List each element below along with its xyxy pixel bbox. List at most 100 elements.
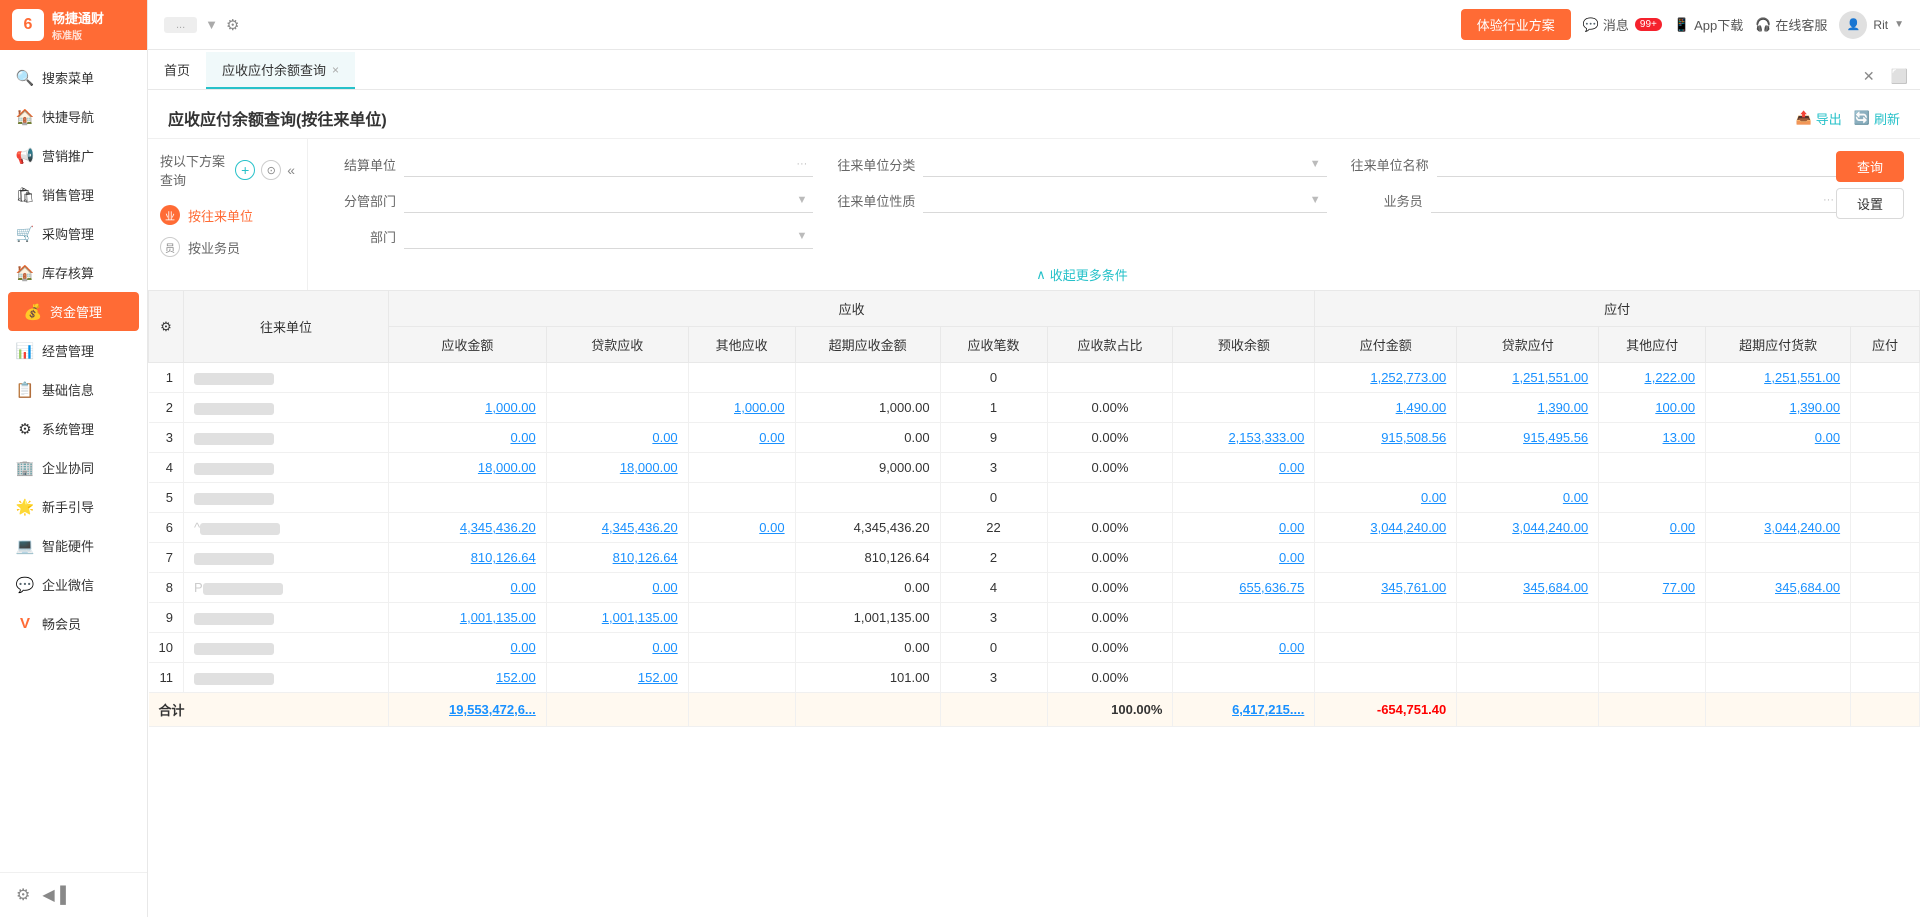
footer-r-prepay[interactable]: 6,417,215.... [1173, 693, 1315, 727]
table-scroll-area[interactable]: ⚙ 往来单位 应收 应付 应收金额 贷款应收 其他应收 超期应收金额 应收笔数 … [148, 290, 1920, 727]
user-name: Rit [1873, 18, 1888, 32]
footer-p-loan [1457, 693, 1599, 727]
row-num: 6 [149, 513, 184, 543]
vip-nav-icon: V [16, 615, 34, 633]
table-row: 91,001,135.001,001,135.001,001,135.0030.… [149, 603, 1920, 633]
sidebar-item-guide[interactable]: 🌟 新手引导 [0, 487, 147, 526]
dept2-select[interactable]: ▼ [404, 223, 813, 249]
tab-close-all-icon[interactable]: ✕ [1859, 64, 1879, 89]
col-r-overdue: 超期应收金额 [795, 327, 940, 363]
col-p-tail: 应付 [1851, 327, 1920, 363]
scheme2-label: 按业务员 [188, 238, 240, 257]
sidebar-item-wechat[interactable]: 💬 企业微信 [0, 565, 147, 604]
query-button[interactable]: 查询 [1836, 151, 1904, 182]
app-download-button[interactable]: 📱 App下载 [1674, 15, 1743, 34]
row-unit [183, 483, 388, 513]
sidebar-item-vip[interactable]: V 畅会员 [0, 604, 147, 643]
row-num: 4 [149, 453, 184, 483]
sidebar-nav: 🔍 搜索菜单 🏠 快捷导航 📢 营销推广 🛍 销售管理 🛒 采购管理 🏠 库存核… [0, 50, 147, 872]
sidebar-item-guide-label: 新手引导 [42, 497, 94, 516]
sidebar-item-sales[interactable]: 🛍 销售管理 [0, 175, 147, 214]
search-nav-icon: 🔍 [16, 69, 34, 87]
user-chevron-icon: ▼ [1894, 19, 1904, 30]
tab-home[interactable]: 首页 [148, 52, 206, 89]
unit-name-input[interactable] [1437, 151, 1840, 177]
top-header: ... ▼ ⚙ 体验行业方案 💬 消息 99+ 📱 App下载 🎧 在线客服 👤… [148, 0, 1920, 50]
footer-r-amount[interactable]: 19,553,472,6... [388, 693, 546, 727]
row-unit [183, 363, 388, 393]
tab-home-label: 首页 [164, 60, 190, 79]
tab-ar-ap[interactable]: 应收应付余额查询 × [206, 52, 355, 89]
page-title: 应收应付余额查询(按往来单位) [168, 106, 387, 130]
sidebar-item-finance-label: 资金管理 [50, 302, 102, 321]
export-button[interactable]: 📤 导出 [1796, 109, 1842, 128]
page-title-bar: 应收应付余额查询(按往来单位) 📤 导出 🔄 刷新 [148, 90, 1920, 139]
sidebar-item-hardware[interactable]: 💻 智能硬件 [0, 526, 147, 565]
sidebar-item-finance[interactable]: 💰 资金管理 [8, 292, 139, 331]
refresh-button[interactable]: 🔄 刷新 [1854, 109, 1900, 128]
tab-fullscreen-icon[interactable]: ⬜ [1887, 64, 1912, 89]
footer-p-tail [1851, 693, 1920, 727]
message-button[interactable]: 💬 消息 99+ [1583, 15, 1662, 34]
sidebar-item-purchase[interactable]: 🛒 采购管理 [0, 214, 147, 253]
settlement-unit-input[interactable]: ··· [404, 151, 813, 177]
row-num: 8 [149, 573, 184, 603]
row-num: 7 [149, 543, 184, 573]
scheme-item-salesman[interactable]: 员 按业务员 [156, 231, 299, 263]
sidebar-item-operation[interactable]: 📊 经营管理 [0, 331, 147, 370]
dept2-label: 部门 [324, 227, 396, 246]
setting-button[interactable]: 设置 [1836, 188, 1904, 219]
table-settings-header[interactable]: ⚙ [149, 291, 184, 363]
footer-p-other [1599, 693, 1706, 727]
breadcrumb-area: ... ▼ ⚙ [164, 16, 1449, 34]
row-unit [183, 603, 388, 633]
quick-nav-icon: 🏠 [16, 108, 34, 126]
operation-nav-icon: 📊 [16, 342, 34, 360]
sidebar-item-quick[interactable]: 🏠 快捷导航 [0, 97, 147, 136]
row-num: 3 [149, 423, 184, 453]
col-r-ratio: 应收款占比 [1047, 327, 1173, 363]
sidebar-item-inventory[interactable]: 🏠 库存核算 [0, 253, 147, 292]
collapse-more-btn[interactable]: ∧ 收起更多条件 [324, 259, 1840, 290]
chevron-down-icon[interactable]: ▼ [205, 17, 218, 32]
add-scheme-button[interactable]: + [235, 160, 255, 180]
sidebar-item-search[interactable]: 🔍 搜索菜单 [0, 58, 147, 97]
scheme-item-unit[interactable]: 业 按往来单位 [156, 199, 299, 231]
unit-category-select[interactable]: ▼ [923, 151, 1326, 177]
sidebar-item-sales-label: 销售管理 [42, 185, 94, 204]
user-info[interactable]: 👤 Rit ▼ [1839, 11, 1904, 39]
tab-close-icon[interactable]: × [332, 63, 339, 77]
settings-footer-icon[interactable]: ⚙ [16, 885, 30, 905]
collapse-sidebar-icon[interactable]: ◀▐ [42, 885, 66, 905]
row-num: 9 [149, 603, 184, 633]
dept-select[interactable]: ▼ [404, 187, 813, 213]
breadcrumb: ... [164, 17, 197, 33]
table-row: 500.000.00 [149, 483, 1920, 513]
sidebar-item-marketing-label: 营销推广 [42, 146, 94, 165]
unit-nature-select[interactable]: ▼ [923, 187, 1326, 213]
row-unit [183, 633, 388, 663]
solution-button[interactable]: 体验行业方案 [1461, 9, 1571, 40]
col-p-other: 其他应付 [1599, 327, 1706, 363]
marketing-nav-icon: 📢 [16, 147, 34, 165]
sidebar-item-system[interactable]: ⚙ 系统管理 [0, 409, 147, 448]
scheme-settings-icon[interactable]: ⊙ [261, 160, 281, 180]
online-service-button[interactable]: 🎧 在线客服 [1755, 15, 1827, 34]
scheme-collapse-icon[interactable]: « [287, 162, 295, 178]
settings-header-icon[interactable]: ⚙ [226, 16, 239, 34]
caret-down-icon4: ▼ [796, 230, 807, 242]
sidebar-item-basic[interactable]: 📋 基础信息 [0, 370, 147, 409]
logo-sub: 标准版 [52, 27, 104, 42]
salesman-input[interactable]: ··· [1431, 187, 1840, 213]
page-content: 应收应付余额查询(按往来单位) 📤 导出 🔄 刷新 [148, 90, 1920, 917]
sidebar-item-marketing[interactable]: 📢 营销推广 [0, 136, 147, 175]
filter-row1: 结算单位 ··· 往来单位分类 ▼ [324, 151, 1840, 249]
sidebar-item-corp[interactable]: 🏢 企业协同 [0, 448, 147, 487]
sidebar-item-inventory-label: 库存核算 [42, 263, 94, 282]
scheme-selector: 按以下方案查询 + ⊙ « 业 按往来单位 员 按业务员 [148, 139, 308, 290]
salesman-label: 业务员 [1351, 191, 1423, 210]
sidebar-item-quick-label: 快捷导航 [42, 107, 94, 126]
row-num: 2 [149, 393, 184, 423]
system-nav-icon: ⚙ [16, 420, 34, 438]
settlement-unit-field: 结算单位 ··· [324, 151, 813, 177]
